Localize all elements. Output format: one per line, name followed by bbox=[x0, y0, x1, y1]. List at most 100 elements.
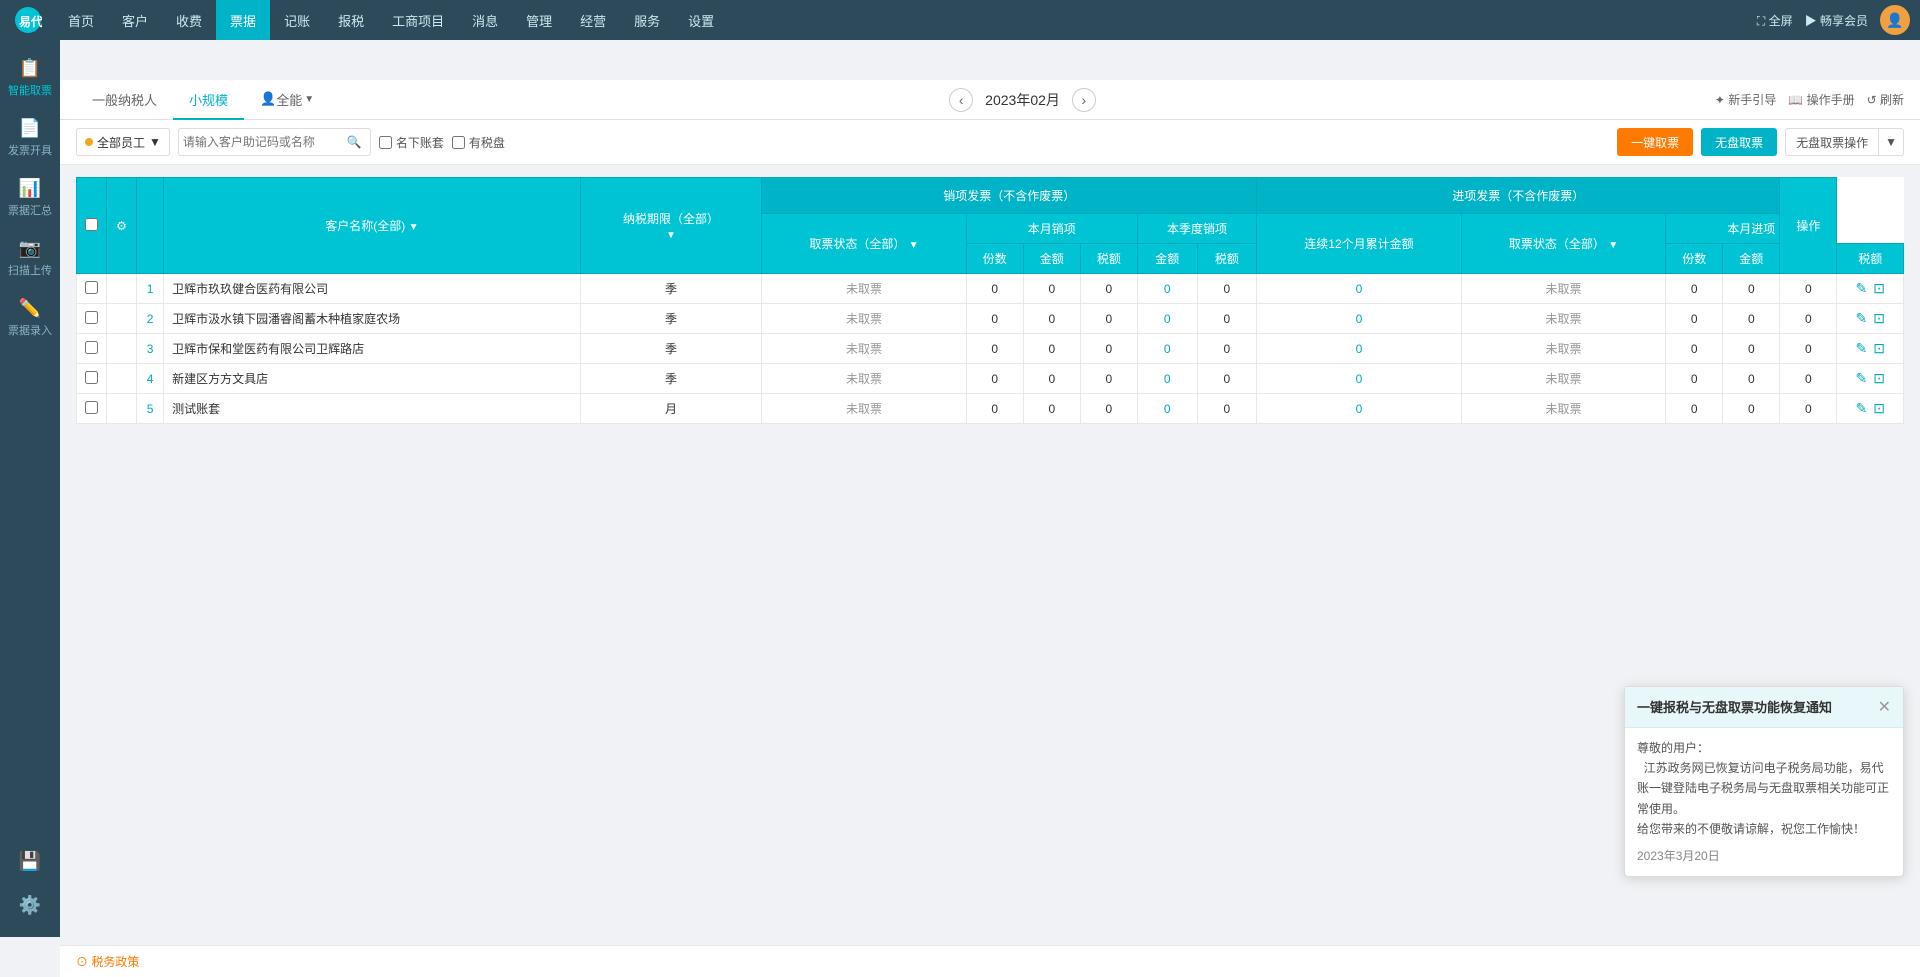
my-accounts-filter[interactable]: 名下账套 bbox=[379, 134, 444, 151]
nav-invoice[interactable]: 票据 bbox=[216, 0, 270, 40]
edit-icon[interactable]: ✎ bbox=[1855, 400, 1867, 417]
select-all-checkbox[interactable] bbox=[85, 218, 98, 231]
row-sales-cumulative: 0 bbox=[1257, 364, 1462, 394]
view-icon[interactable]: ⊡ bbox=[1873, 340, 1885, 357]
view-icon[interactable]: ⊡ bbox=[1873, 280, 1885, 297]
row-sales-m-copies: 0 bbox=[966, 334, 1023, 364]
row-checkbox[interactable] bbox=[85, 341, 98, 354]
row-sales-q-amount: 0 bbox=[1137, 274, 1197, 304]
th-checkbox bbox=[77, 178, 107, 274]
tab-all-in-one[interactable]: 👤 全能 ▼ bbox=[244, 80, 330, 120]
row-sales-cumulative-link[interactable]: 0 bbox=[1356, 312, 1363, 326]
my-accounts-checkbox[interactable] bbox=[379, 136, 392, 149]
row-checkbox[interactable] bbox=[85, 401, 98, 414]
tax-period-filter-icon[interactable]: ▼ bbox=[666, 230, 676, 241]
member-btn[interactable]: ▶ 畅享会员 bbox=[1805, 12, 1868, 29]
nav-manage[interactable]: 管理 bbox=[512, 0, 566, 40]
notification-close-btn[interactable]: ✕ bbox=[1878, 697, 1891, 717]
period-navigation: ‹ 2023年02月 › bbox=[949, 88, 1096, 112]
table-row: 1 卫辉市玖玖健合医药有限公司 季 未取票 0 0 0 0 0 0 未取票 0 … bbox=[77, 274, 1904, 304]
employee-label: 全部员工 bbox=[97, 134, 145, 151]
fullscreen-btn[interactable]: ⛶ 全屏 bbox=[1757, 12, 1793, 29]
row-sales-q-amount-link[interactable]: 0 bbox=[1164, 402, 1171, 416]
row-purchase-status: 未取票 bbox=[1461, 274, 1665, 304]
guide-btn[interactable]: ✦ 新手引导 bbox=[1715, 91, 1776, 108]
app-logo[interactable]: 易代 bbox=[10, 2, 46, 38]
next-period-btn[interactable]: › bbox=[1072, 88, 1096, 112]
row-checkbox[interactable] bbox=[85, 281, 98, 294]
sales-status-filter[interactable]: ▼ bbox=[909, 240, 919, 251]
view-icon[interactable]: ⊡ bbox=[1873, 370, 1885, 387]
nav-operation[interactable]: 经营 bbox=[566, 0, 620, 40]
diskless-operations-main[interactable]: 无盘取票操作 bbox=[1786, 129, 1879, 155]
th-sales-group: 销项发票（不含作废票） bbox=[762, 178, 1257, 214]
purchase-status-filter[interactable]: ▼ bbox=[1608, 240, 1618, 251]
sidebar-item-smart-ticket[interactable]: 📋 智能取票 bbox=[2, 50, 58, 106]
edit-icon[interactable]: ✎ bbox=[1855, 280, 1867, 297]
row-sales-q-amount-link[interactable]: 0 bbox=[1164, 342, 1171, 356]
sidebar-bottom: 💾 ⚙️ bbox=[2, 843, 58, 937]
row-sales-cumulative: 0 bbox=[1257, 304, 1462, 334]
diskless-ticket-btn[interactable]: 无盘取票 bbox=[1701, 128, 1777, 156]
row-sales-cumulative-link[interactable]: 0 bbox=[1356, 282, 1363, 296]
row-num: 1 bbox=[137, 274, 164, 304]
th-sales-status: 取票状态（全部） ▼ bbox=[762, 214, 966, 274]
th-client: 客户名称(全部) ▼ bbox=[164, 178, 581, 274]
manual-btn[interactable]: 📖 操作手册 bbox=[1788, 91, 1854, 108]
row-sales-q-amount-link[interactable]: 0 bbox=[1164, 282, 1171, 296]
has-taxdisk-checkbox[interactable] bbox=[452, 136, 465, 149]
nav-tax[interactable]: 报税 bbox=[324, 0, 378, 40]
th-settings[interactable]: ⚙ bbox=[107, 178, 137, 274]
sidebar-item-data-entry[interactable]: ✏️ 票据录入 bbox=[2, 290, 58, 346]
sidebar-download[interactable]: 💾 bbox=[2, 843, 58, 883]
nav-billing[interactable]: 收费 bbox=[162, 0, 216, 40]
client-filter-icon[interactable]: ▼ bbox=[409, 222, 419, 233]
row-tax-period: 季 bbox=[580, 334, 762, 364]
has-taxdisk-filter[interactable]: 有税盘 bbox=[452, 134, 505, 151]
tax-policy-link[interactable]: ⊙ 税务政策 bbox=[76, 953, 139, 970]
notification-popup: 一键报税与无盘取票功能恢复通知 ✕ 尊敬的用户： 江苏政务网已恢复访问电子税务局… bbox=[1624, 686, 1904, 877]
tab-general-taxpayer[interactable]: 一般纳税人 bbox=[76, 80, 173, 120]
toolbar: 全部员工 ▼ 🔍 名下账套 有税盘 一键取票 无盘取票 无盘取票操作 ▼ bbox=[60, 120, 1920, 165]
row-sales-q-tax: 0 bbox=[1197, 274, 1257, 304]
sidebar-item-data-entry-label: 票据录入 bbox=[8, 322, 52, 338]
row-sales-cumulative-link[interactable]: 0 bbox=[1356, 402, 1363, 416]
nav-accounting[interactable]: 记账 bbox=[270, 0, 324, 40]
sidebar-item-invoice-open[interactable]: 📄 发票开具 bbox=[2, 110, 58, 166]
user-avatar[interactable]: 👤 bbox=[1880, 5, 1910, 35]
row-sales-q-amount-link[interactable]: 0 bbox=[1164, 372, 1171, 386]
has-taxdisk-label: 有税盘 bbox=[469, 134, 505, 151]
refresh-btn[interactable]: ↺ 刷新 bbox=[1867, 91, 1904, 108]
search-icon[interactable]: 🔍 bbox=[343, 133, 366, 151]
nav-message[interactable]: 消息 bbox=[458, 0, 512, 40]
row-checkbox[interactable] bbox=[85, 371, 98, 384]
row-sales-status: 未取票 bbox=[762, 334, 966, 364]
one-click-ticket-btn[interactable]: 一键取票 bbox=[1617, 128, 1693, 156]
edit-icon[interactable]: ✎ bbox=[1855, 370, 1867, 387]
nav-settings[interactable]: 设置 bbox=[674, 0, 728, 40]
diskless-operations-arrow[interactable]: ▼ bbox=[1879, 129, 1903, 155]
row-checkbox[interactable] bbox=[85, 311, 98, 324]
prev-period-btn[interactable]: ‹ bbox=[949, 88, 973, 112]
row-purchase-m-tax: 0 bbox=[1780, 364, 1837, 394]
th-purchase-m-copies: 份数 bbox=[1666, 244, 1723, 274]
edit-icon[interactable]: ✎ bbox=[1855, 340, 1867, 357]
nav-business[interactable]: 工商项目 bbox=[378, 0, 458, 40]
sidebar-item-invoice-summary[interactable]: 📊 票据汇总 bbox=[2, 170, 58, 226]
row-sales-m-tax: 0 bbox=[1080, 304, 1137, 334]
view-icon[interactable]: ⊡ bbox=[1873, 310, 1885, 327]
employee-select[interactable]: 全部员工 ▼ bbox=[76, 128, 170, 156]
row-sales-cumulative-link[interactable]: 0 bbox=[1356, 342, 1363, 356]
nav-home[interactable]: 首页 bbox=[54, 0, 108, 40]
sidebar-item-scan-upload[interactable]: 📷 扫描上传 bbox=[2, 230, 58, 286]
nav-service[interactable]: 服务 bbox=[620, 0, 674, 40]
row-sales-cumulative-link[interactable]: 0 bbox=[1356, 372, 1363, 386]
view-icon[interactable]: ⊡ bbox=[1873, 400, 1885, 417]
row-sales-q-amount-link[interactable]: 0 bbox=[1164, 312, 1171, 326]
tab-small-scale[interactable]: 小规模 bbox=[173, 80, 244, 120]
search-input[interactable] bbox=[183, 135, 343, 149]
edit-icon[interactable]: ✎ bbox=[1855, 310, 1867, 327]
sidebar-help[interactable]: ⚙️ bbox=[2, 887, 58, 927]
nav-customer[interactable]: 客户 bbox=[108, 0, 162, 40]
th-num bbox=[137, 178, 164, 274]
